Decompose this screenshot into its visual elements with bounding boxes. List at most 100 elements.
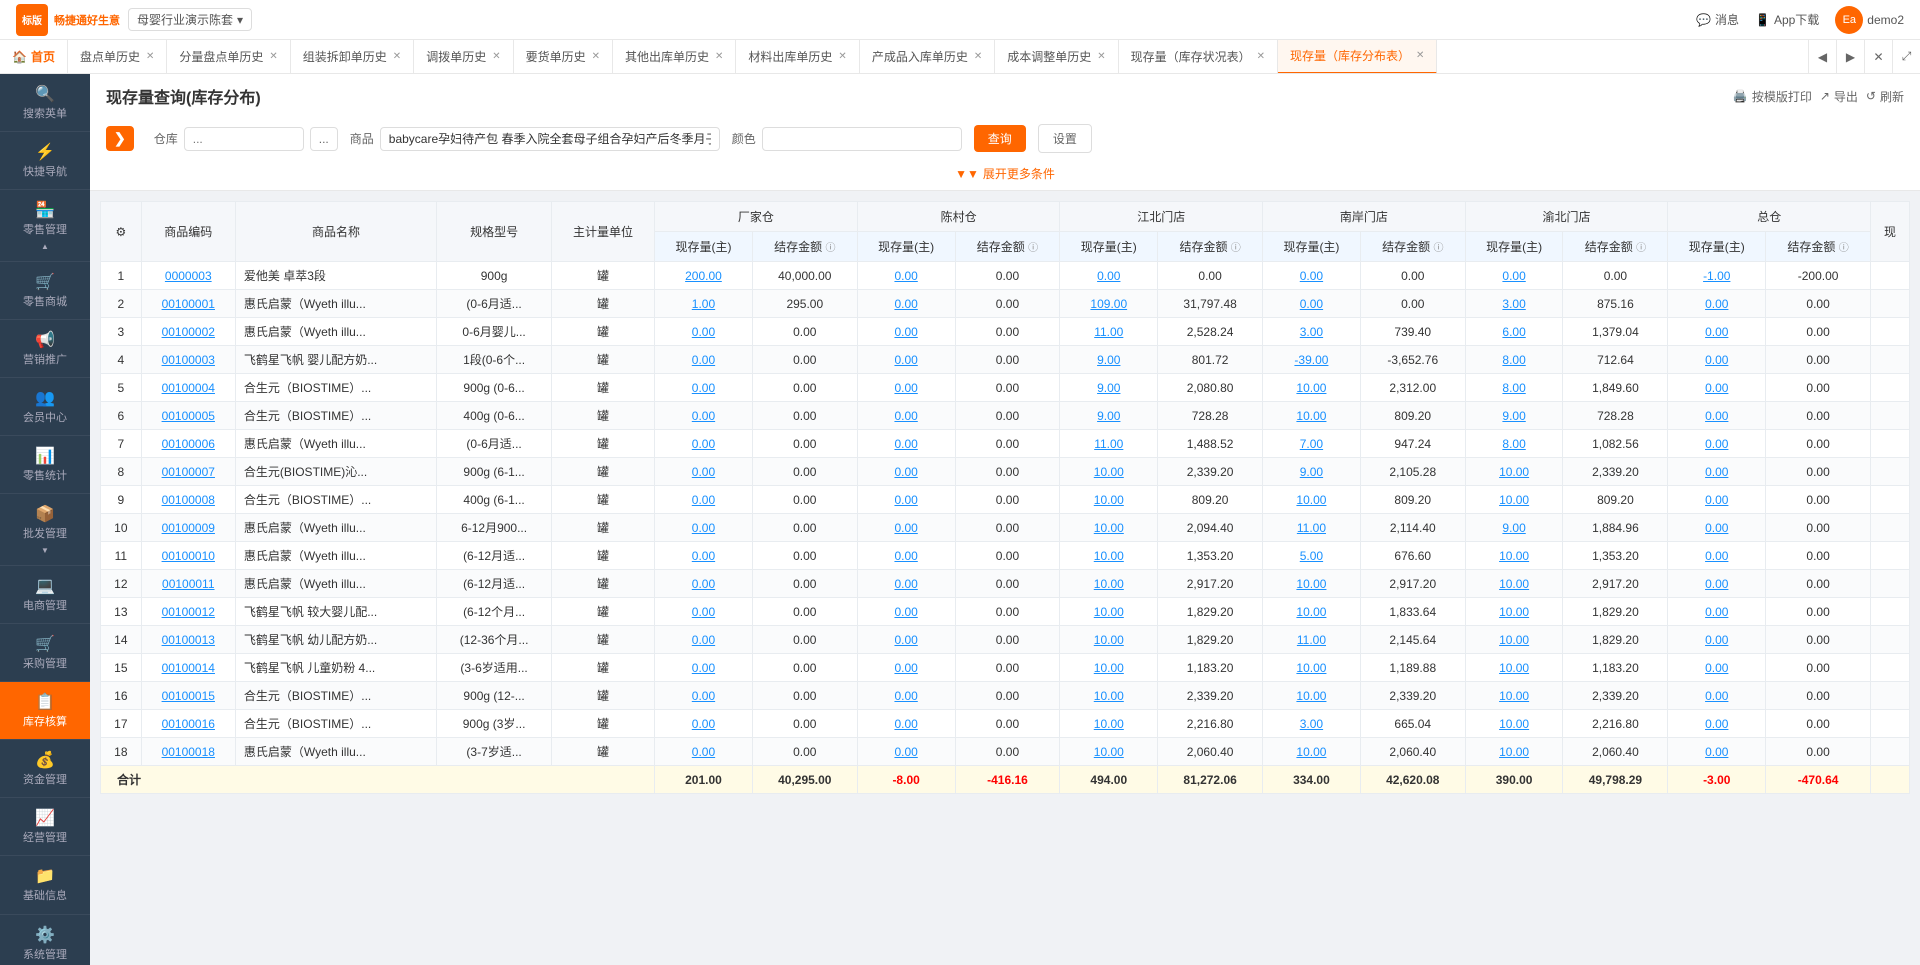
sidebar-item-member[interactable]: 👥 会员中心 [0, 378, 90, 436]
sidebar-item-marketing[interactable]: 📢 营销推广 [0, 320, 90, 378]
row-na-amt: 2,145.64 [1360, 626, 1465, 654]
user-action[interactable]: Ea demo2 [1835, 6, 1904, 34]
tab-transfer[interactable]: 调拨单历史 ✕ [414, 40, 513, 74]
row-c-amt: 0.00 [955, 738, 1060, 766]
table-row: 10 00100009 惠氏启蒙（Wyeth illu... 6-12月900.… [101, 514, 1910, 542]
total-f-amt: 40,295.00 [752, 766, 857, 794]
tab-product-inbound[interactable]: 产成品入库单历史 ✕ [860, 40, 995, 74]
row-t-amt: 0.00 [1766, 318, 1871, 346]
username-label: demo2 [1867, 13, 1904, 27]
row-name: 飞鹤星飞帆 婴儿配方奶... [235, 346, 436, 374]
tab-stock-dist[interactable]: 现存量（库存分布表） ✕ [1278, 40, 1437, 74]
collapse-btn[interactable]: ❯ [106, 126, 134, 151]
row-jb-amt: 1,829.20 [1158, 598, 1263, 626]
color-input[interactable] [762, 127, 962, 151]
sidebar-item-inventory[interactable]: 📋 库存核算 [0, 682, 90, 740]
tab-product-inbound-close[interactable]: ✕ [974, 51, 982, 62]
th-settings[interactable]: ⚙ [101, 202, 142, 262]
nav-close-all[interactable]: ✕ [1864, 40, 1892, 74]
row-c-amt: 0.00 [955, 542, 1060, 570]
tab-inventory-history-close[interactable]: ✕ [146, 51, 154, 62]
row-current [1871, 514, 1910, 542]
row-c-qty: 0.00 [857, 486, 955, 514]
th-unit: 主计量单位 [551, 202, 654, 262]
tab-inventory-history[interactable]: 盘点单历史 ✕ [68, 40, 167, 74]
tab-cost-adjust[interactable]: 成本调整单历史 ✕ [995, 40, 1118, 74]
tab-requisition[interactable]: 要货单历史 ✕ [514, 40, 613, 74]
row-yb-qty: 6.00 [1465, 318, 1563, 346]
sidebar-item-search[interactable]: 🔍 搜索英单 [0, 74, 90, 132]
product-input[interactable] [380, 127, 720, 151]
sidebar-item-basic[interactable]: 📁 基础信息 [0, 856, 90, 914]
sidebar-item-purchase[interactable]: 🛒 采购管理 [0, 624, 90, 682]
expand-conditions-btn[interactable]: ▼▼ 展开更多条件 [955, 165, 1055, 182]
print-label: 按模版打印 [1752, 88, 1812, 105]
row-name: 爱他美 卓萃3段 [235, 262, 436, 290]
row-jb-qty: 10.00 [1060, 486, 1158, 514]
th-yb-qty: 现存量(主) [1465, 232, 1563, 262]
tab-stock-dist-close[interactable]: ✕ [1416, 50, 1424, 61]
row-spec: 400g (0-6... [437, 402, 552, 430]
row-unit: 罐 [551, 598, 654, 626]
row-unit: 罐 [551, 430, 654, 458]
tab-material-outbound-close[interactable]: ✕ [838, 51, 846, 62]
tab-stock-status[interactable]: 现存量（库存状况表） ✕ [1119, 40, 1278, 74]
row-current [1871, 318, 1910, 346]
tab-cost-adjust-close[interactable]: ✕ [1097, 51, 1105, 62]
row-no: 13 [101, 598, 142, 626]
tab-stock-status-close[interactable]: ✕ [1257, 51, 1265, 62]
tab-requisition-close[interactable]: ✕ [592, 51, 600, 62]
sidebar-item-retail-mgmt[interactable]: 🏪 零售管理 ▲ [0, 190, 90, 261]
row-code: 00100014 [141, 654, 235, 682]
warehouse-input[interactable] [184, 127, 304, 151]
tab-other-outbound[interactable]: 其他出库单历史 ✕ [613, 40, 736, 74]
row-c-amt: 0.00 [955, 374, 1060, 402]
nav-prev[interactable]: ◀ [1808, 40, 1836, 74]
tab-transfer-close[interactable]: ✕ [492, 51, 500, 62]
app-download-action[interactable]: 📱 App下载 [1755, 11, 1819, 28]
sidebar-item-retail-mall[interactable]: 🛒 零售商城 [0, 262, 90, 320]
tab-home[interactable]: 🏠 首页 [0, 40, 68, 74]
sidebar-wholesale-label: 批发管理 [23, 528, 67, 541]
sidebar-item-ecommerce[interactable]: 💻 电商管理 [0, 566, 90, 624]
nav-next[interactable]: ▶ [1836, 40, 1864, 74]
row-current [1871, 626, 1910, 654]
industry-select[interactable]: 母婴行业演示陈套 ▾ [128, 8, 252, 31]
message-action[interactable]: 💬 消息 [1696, 11, 1739, 28]
row-jb-qty: 10.00 [1060, 738, 1158, 766]
tab-fen-inventory[interactable]: 分量盘点单历史 ✕ [167, 40, 290, 74]
tab-assembly[interactable]: 组装拆卸单历史 ✕ [291, 40, 414, 74]
refresh-btn[interactable]: ↺ 刷新 [1866, 88, 1904, 105]
sidebar-member-label: 会员中心 [23, 412, 67, 425]
sidebar-item-finance[interactable]: 💰 资金管理 [0, 740, 90, 798]
sidebar-item-retail-stats[interactable]: 📊 零售统计 [0, 436, 90, 494]
export-btn[interactable]: ↗ 导出 [1820, 88, 1858, 105]
query-btn[interactable]: 查询 [974, 125, 1026, 152]
row-f-amt: 295.00 [752, 290, 857, 318]
tab-material-outbound[interactable]: 材料出库单历史 ✕ [736, 40, 859, 74]
row-spec: (3-6岁适用... [437, 654, 552, 682]
row-f-qty: 0.00 [655, 430, 753, 458]
sidebar-item-operations[interactable]: 📈 经营管理 [0, 798, 90, 856]
row-no: 1 [101, 262, 142, 290]
row-f-amt: 0.00 [752, 654, 857, 682]
row-c-qty: 0.00 [857, 262, 955, 290]
tab-other-outbound-label: 其他出库单历史 [625, 48, 709, 65]
nav-expand[interactable]: ⤢ [1892, 40, 1920, 74]
sidebar-item-quicknav[interactable]: ⚡ 快捷导航 [0, 132, 90, 190]
sidebar-item-system[interactable]: ⚙️ 系统管理 [0, 915, 90, 965]
sidebar-item-wholesale[interactable]: 📦 批发管理 ▼ [0, 494, 90, 565]
color-field: 颜色 [732, 127, 962, 151]
tab-assembly-close[interactable]: ✕ [393, 51, 401, 62]
row-yb-amt: 1,183.20 [1563, 654, 1668, 682]
row-yb-qty: 10.00 [1465, 570, 1563, 598]
tab-fen-inventory-close[interactable]: ✕ [269, 51, 277, 62]
row-spec: (0-6月适... [437, 290, 552, 318]
row-t-amt: 0.00 [1766, 682, 1871, 710]
warehouse-ellipsis-btn[interactable]: ... [310, 127, 338, 151]
settings-btn[interactable]: 设置 [1038, 124, 1092, 153]
tab-other-outbound-close[interactable]: ✕ [715, 51, 723, 62]
row-yb-amt: 2,216.80 [1563, 710, 1668, 738]
print-btn[interactable]: 🖨️ 按模版打印 [1733, 88, 1812, 105]
page-header: 现存量查询(库存分布) 🖨️ 按模版打印 ↗ 导出 ↺ 刷新 [90, 74, 1920, 191]
